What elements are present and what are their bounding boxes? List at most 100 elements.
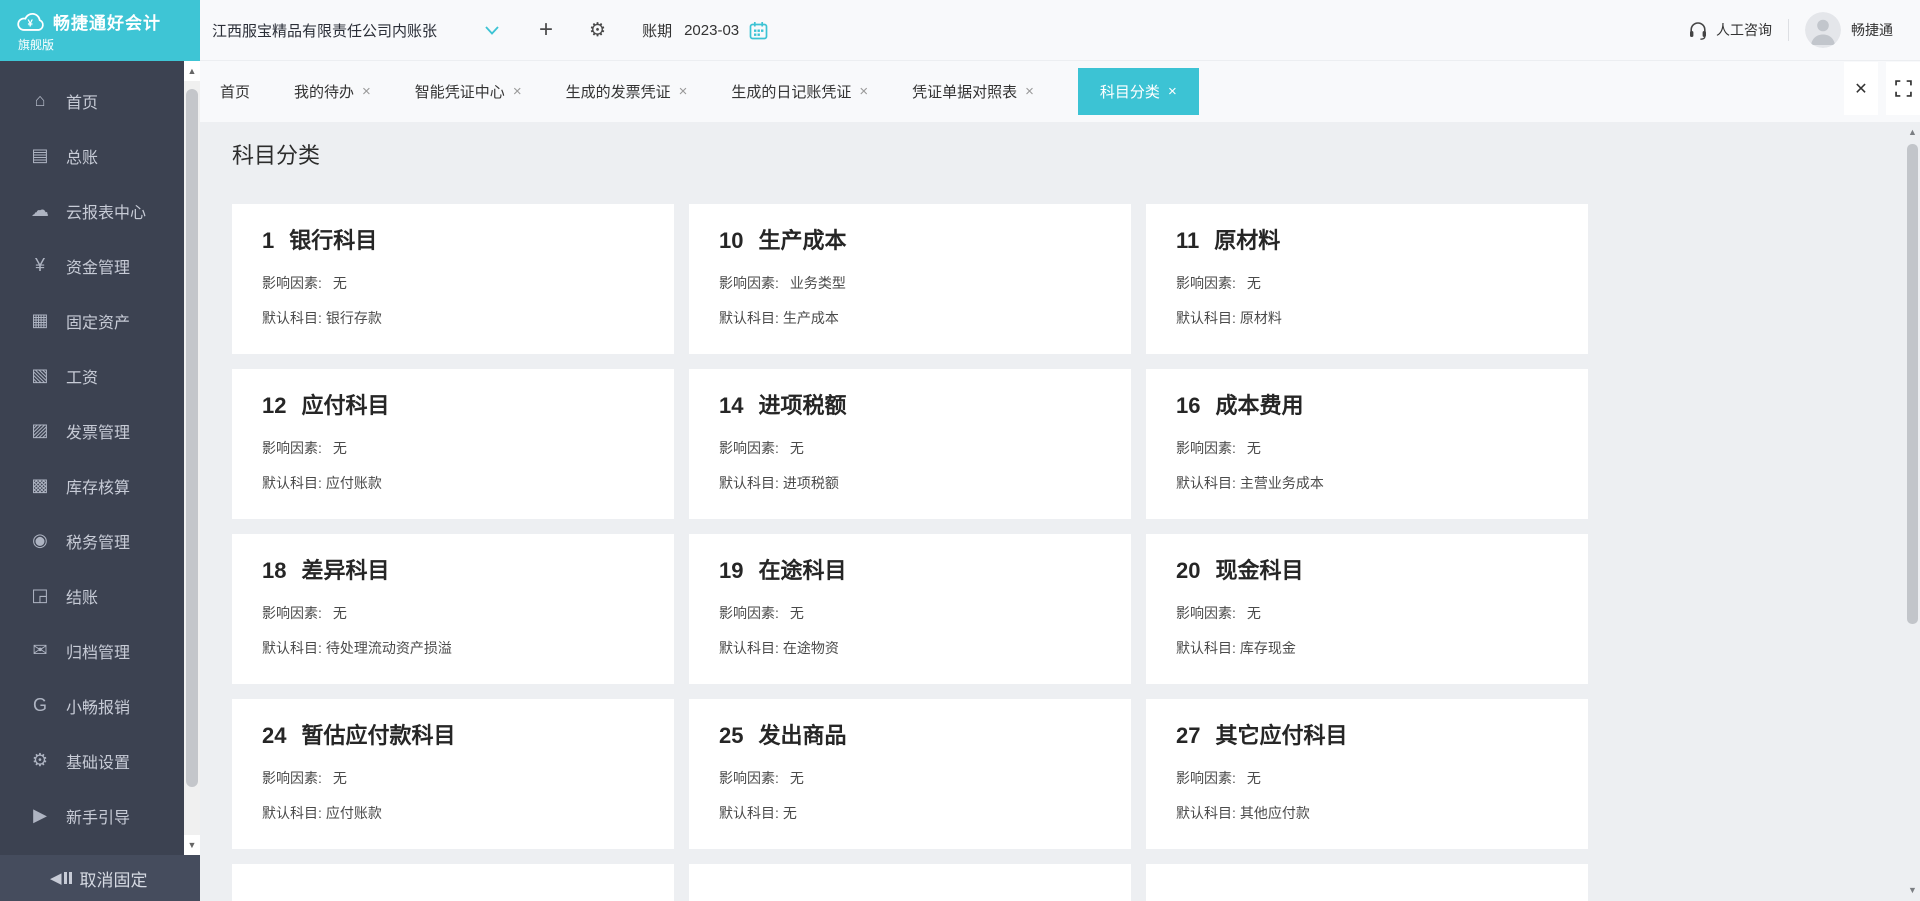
tab-home[interactable]: 首页 — [220, 81, 250, 102]
sidebar-item-closing[interactable]: ◲ 结账 — [0, 568, 184, 623]
chevron-down-icon[interactable] — [485, 25, 499, 35]
tab-invoice-vouchers[interactable]: 生成的发票凭证 × — [566, 81, 688, 102]
tab-close-icon[interactable]: × — [679, 83, 688, 100]
card-default-line: 默认科目: 应付账款 — [262, 806, 654, 821]
username[interactable]: 畅捷通 — [1851, 20, 1893, 40]
page-title: 科目分类 — [232, 143, 321, 168]
tab-close-icon[interactable]: × — [513, 83, 522, 100]
category-card-1[interactable]: 1 银行科目 影响因素: 无默认科目: 银行存款 — [232, 204, 674, 354]
period-value[interactable]: 2023-03 — [684, 22, 739, 39]
sidebar-item-general-ledger[interactable]: ▤ 总账 — [0, 128, 184, 183]
tab-subject-category[interactable]: 科目分类 × — [1077, 68, 1199, 115]
close-all-tabs-button[interactable]: ✕ — [1844, 62, 1878, 115]
calendar-icon[interactable] — [749, 21, 768, 40]
sidebar-item-invoices[interactable]: ▨ 发票管理 — [0, 403, 184, 458]
tab-label: 生成的发票凭证 — [565, 84, 671, 101]
category-card-partial[interactable] — [232, 864, 674, 901]
tab-voucher-document-comparison[interactable]: 凭证单据对照表 × — [912, 81, 1034, 102]
category-card-16[interactable]: 16 成本费用 影响因素: 无默认科目: 主营业务成本 — [1146, 369, 1588, 519]
card-number: 19 — [719, 558, 744, 583]
sidebar-item-settings[interactable]: ⚙ 基础设置 — [0, 733, 184, 788]
company-selector[interactable]: 江西服宝精品有限责任公司内账张 — [212, 20, 437, 41]
cloud-report-icon: ☁ — [31, 200, 49, 220]
sidebar-item-expense[interactable]: G 小畅报销 — [0, 678, 184, 733]
content-area: 科目分类 1 银行科目 影响因素: 无默认科目: 银行存款 10 生产成本 影响因素: 业务类型… — [200, 122, 1920, 901]
tab-close-icon[interactable]: × — [362, 83, 371, 100]
sidebar-scrollbar-thumb[interactable] — [186, 89, 198, 787]
category-card-18[interactable]: 18 差异科目 影响因素: 无默认科目: 待处理流动资产损溢 — [232, 534, 674, 684]
sidebar-item-cloud-reports[interactable]: ☁ 云报表中心 — [0, 183, 184, 238]
sidebar-item-label: 工资 — [66, 369, 99, 387]
tab-label: 首页 — [220, 84, 251, 101]
scroll-down-icon[interactable]: ▼ — [1905, 885, 1920, 895]
sidebar-item-funds[interactable]: ¥ 资金管理 — [0, 238, 184, 293]
category-card-27[interactable]: 27 其它应付科目 影响因素: 无默认科目: 其他应付款 — [1146, 699, 1588, 849]
category-card-11[interactable]: 11 原材料 影响因素: 无默认科目: 原材料 — [1146, 204, 1588, 354]
default-label: 默认科目: — [262, 640, 322, 656]
brand-name: 畅捷通好会计 — [53, 14, 161, 33]
scroll-up-icon[interactable]: ▲ — [184, 61, 200, 81]
card-name: 银行科目 — [289, 228, 378, 253]
tab-close-icon[interactable]: × — [1025, 83, 1034, 100]
tab-label: 智能凭证中心 — [414, 84, 505, 101]
sidebar-item-guide[interactable]: ▶ 新手引导 — [0, 788, 184, 843]
top-bar: 江西服宝精品有限责任公司内账张 + ⚙ 账期 2023-03 人工咨询 畅捷通 — [200, 0, 1920, 61]
sidebar-item-label: 首页 — [66, 94, 99, 112]
sidebar-item-salary[interactable]: ▧ 工资 — [0, 348, 184, 403]
category-card-10[interactable]: 10 生产成本 影响因素: 业务类型 默认科目: 生产成本 — [689, 204, 1131, 354]
sidebar-item-member[interactable]: ❝好会员 — [0, 843, 184, 855]
support-link[interactable]: 人工咨询 — [1716, 20, 1772, 40]
sidebar-item-label: 归档管理 — [66, 644, 131, 662]
category-card-partial[interactable] — [1146, 864, 1588, 901]
card-number: 11 — [1176, 228, 1200, 253]
sidebar-item-home[interactable]: ⌂ 首页 — [0, 73, 184, 128]
sidebar-item-archive[interactable]: ✉ 归档管理 — [0, 623, 184, 678]
tab-my-todo[interactable]: 我的待办 × — [294, 81, 371, 102]
avatar[interactable] — [1805, 12, 1841, 48]
default-label: 默认科目: — [262, 475, 322, 491]
sidebar-item-label: 库存核算 — [66, 479, 131, 497]
sidebar-item-tax[interactable]: ◉ 税务管理 — [0, 513, 184, 568]
card-default-line: 默认科目: 无 — [719, 806, 1111, 821]
archive-icon: ✉ — [32, 640, 48, 660]
factor-value: 无 — [789, 605, 804, 621]
category-card-14[interactable]: 14 进项税额 影响因素: 无默认科目: 进项税额 — [689, 369, 1131, 519]
headset-icon[interactable] — [1688, 20, 1708, 40]
card-number: 24 — [262, 723, 287, 748]
add-account-button[interactable]: + — [539, 18, 553, 42]
sidebar-scrollbar[interactable]: ▲ ▼ — [184, 61, 200, 855]
category-card-20[interactable]: 20 现金科目 影响因素: 无默认科目: 库存现金 — [1146, 534, 1588, 684]
card-default-line: 默认科目: 银行存款 — [262, 311, 654, 326]
payroll-icon: ▧ — [31, 365, 49, 385]
category-grid: 1 银行科目 影响因素: 无默认科目: 银行存款 10 生产成本 影响因素: 业务类型 默认科目:… — [232, 204, 1920, 901]
default-value: 原材料 — [1239, 310, 1282, 326]
sidebar-item-fixed-assets[interactable]: ▦ 固定资产 — [0, 293, 184, 348]
content-scrollbar-thumb[interactable] — [1907, 144, 1918, 624]
scroll-up-icon[interactable]: ▲ — [1905, 127, 1920, 137]
default-value: 库存现金 — [1239, 640, 1296, 656]
factor-value: 无 — [332, 440, 347, 456]
scroll-down-icon[interactable]: ▼ — [184, 835, 200, 855]
tab-label: 生成的日记账凭证 — [731, 84, 852, 101]
tab-close-icon[interactable]: × — [859, 83, 868, 100]
card-default-line: 默认科目: 进项税额 — [719, 476, 1111, 491]
sidebar: ¥ 畅捷通好会计 旗舰版 ⌂ 首页 ▤ 总账 ☁ 云报表中心 ¥ 资金管理 ▦ 固定资产 ▧ 工资 ▨ 发… — [0, 0, 200, 901]
category-card-19[interactable]: 19 在途科目 影响因素: 无默认科目: 在途物资 — [689, 534, 1131, 684]
fullscreen-icon[interactable] — [1886, 62, 1920, 115]
factor-label: 影响因素: — [719, 605, 779, 621]
cloud-logo-icon: ¥ — [17, 12, 44, 31]
factor-label: 影响因素: — [262, 770, 322, 786]
category-card-partial[interactable] — [689, 864, 1131, 901]
sidebar-item-inventory[interactable]: ▩ 库存核算 — [0, 458, 184, 513]
sidebar-item-label: 资金管理 — [66, 259, 131, 277]
category-card-12[interactable]: 12 应付科目 影响因素: 无默认科目: 应付账款 — [232, 369, 674, 519]
category-card-24[interactable]: 24 暂估应付款科目 影响因素: 无默认科目: 应付账款 — [232, 699, 674, 849]
content-scrollbar[interactable]: ▲ ▼ — [1905, 122, 1920, 901]
category-card-25[interactable]: 25 发出商品 影响因素: 无默认科目: 无 — [689, 699, 1131, 849]
tab-journal-vouchers[interactable]: 生成的日记账凭证 × — [731, 81, 868, 102]
tab-close-icon[interactable]: × — [1168, 83, 1177, 100]
gear-icon[interactable]: ⚙ — [589, 19, 606, 42]
factor-label: 影响因素: — [262, 605, 322, 621]
tab-smart-voucher-center[interactable]: 智能凭证中心 × — [415, 81, 522, 102]
unpin-sidebar-button[interactable]: ◀ 取消固定 — [0, 855, 200, 901]
